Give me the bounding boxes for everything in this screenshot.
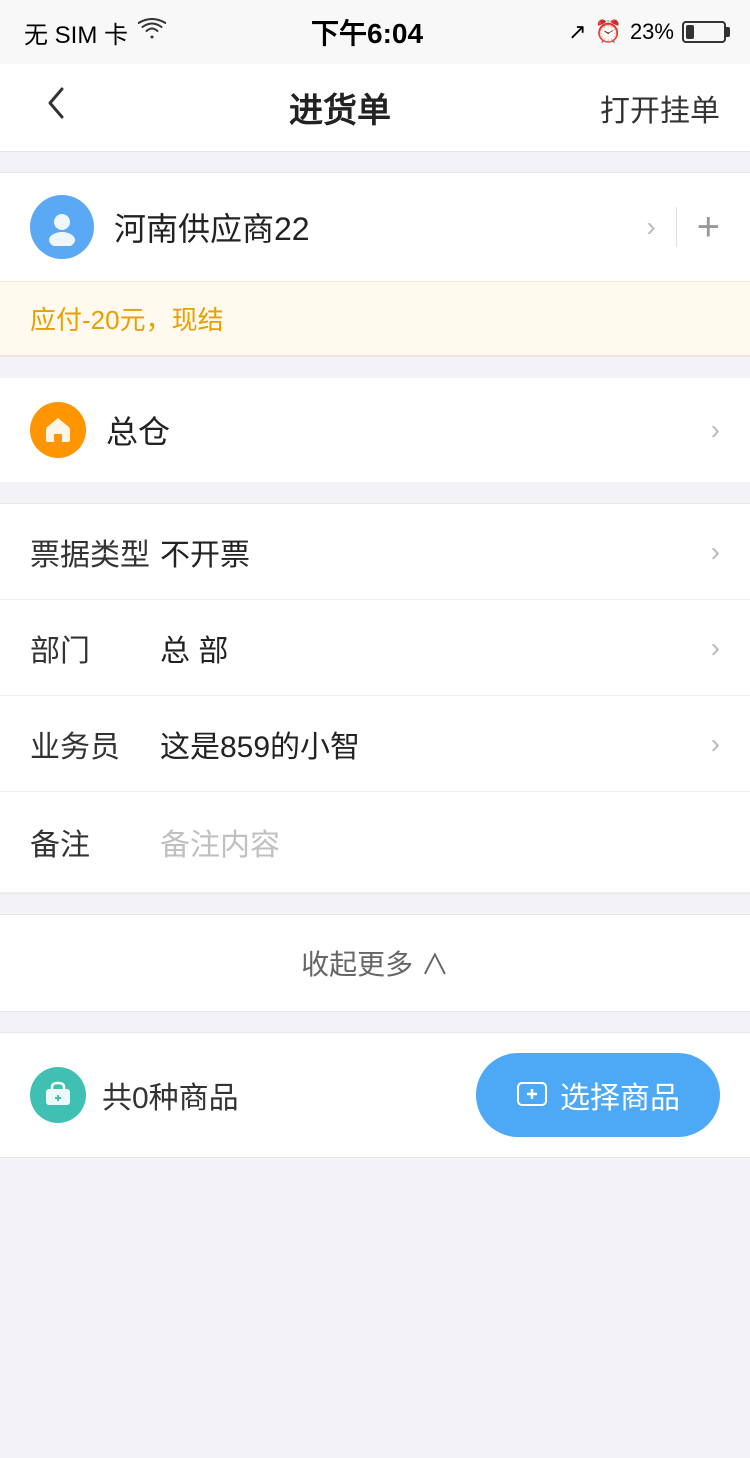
note-label: 备注 <box>30 820 160 864</box>
page-title: 进货单 <box>289 83 391 132</box>
notice-text: 应付-20元，现结 <box>30 305 224 335</box>
wifi-icon <box>138 18 166 47</box>
salesperson-chevron-icon: › <box>711 728 720 760</box>
page-bg <box>0 1158 750 1458</box>
section-gap-1 <box>0 152 750 172</box>
battery-fill <box>686 25 694 39</box>
warehouse-name: 总仓 <box>106 407 711 453</box>
battery-text: 23% <box>630 19 674 45</box>
department-chevron-icon: › <box>711 632 720 664</box>
salesperson-value: 这是859的小智 <box>160 722 711 766</box>
department-label: 部门 <box>30 626 160 670</box>
department-row[interactable]: 部门 总 部 › <box>0 600 750 696</box>
supplier-section: 河南供应商22 › + 应付-20元，现结 <box>0 172 750 357</box>
salesperson-row[interactable]: 业务员 这是859的小智 › <box>0 696 750 792</box>
back-button[interactable] <box>30 71 80 144</box>
supplier-avatar <box>30 195 94 259</box>
bill-type-chevron-icon: › <box>711 536 720 568</box>
department-value: 总 部 <box>160 626 711 670</box>
collapse-bar[interactable]: 收起更多 ∧ <box>0 914 750 1012</box>
select-product-button[interactable]: 选择商品 <box>476 1053 720 1137</box>
notice-bar: 应付-20元，现结 <box>0 281 750 356</box>
add-supplier-icon[interactable]: + <box>697 205 720 250</box>
supplier-name: 河南供应商22 <box>114 204 646 250</box>
bill-type-label: 票据类型 <box>30 530 160 574</box>
status-right: ↗ ⏰ 23% <box>568 19 726 45</box>
warehouse-row[interactable]: 总仓 › <box>0 377 750 483</box>
warehouse-icon <box>30 402 86 458</box>
supplier-chevron-icon: › <box>646 211 655 243</box>
no-sim-text: 无 SIM 卡 <box>24 15 128 50</box>
status-time: 下午6:04 <box>311 12 423 52</box>
bill-type-value: 不开票 <box>160 530 711 574</box>
product-count-text: 共0种商品 <box>102 1073 239 1117</box>
salesperson-label: 业务员 <box>30 722 160 766</box>
bill-type-row[interactable]: 票据类型 不开票 › <box>0 504 750 600</box>
nav-bar: 进货单 打开挂单 <box>0 64 750 152</box>
note-row[interactable]: 备注 备注内容 <box>0 792 750 893</box>
status-bar: 无 SIM 卡 下午6:04 ↗ ⏰ 23% <box>0 0 750 64</box>
warehouse-chevron-icon: › <box>711 414 720 446</box>
divider <box>676 207 677 247</box>
product-icon <box>30 1067 86 1123</box>
product-count-wrap: 共0种商品 <box>30 1067 239 1123</box>
alarm-icon: ⏰ <box>595 19 622 45</box>
battery-icon <box>682 21 726 43</box>
select-product-label: 选择商品 <box>560 1073 680 1117</box>
status-left: 无 SIM 卡 <box>24 15 166 50</box>
note-placeholder[interactable]: 备注内容 <box>160 820 720 864</box>
open-pending-button[interactable]: 打开挂单 <box>600 86 720 130</box>
gps-icon: ↗ <box>568 19 586 45</box>
collapse-text: 收起更多 ∧ <box>301 943 449 983</box>
bottom-bar: 共0种商品 选择商品 <box>0 1032 750 1158</box>
form-section: 票据类型 不开票 › 部门 总 部 › 业务员 这是859的小智 › 备注 备注… <box>0 503 750 894</box>
supplier-row[interactable]: 河南供应商22 › + <box>0 173 750 281</box>
